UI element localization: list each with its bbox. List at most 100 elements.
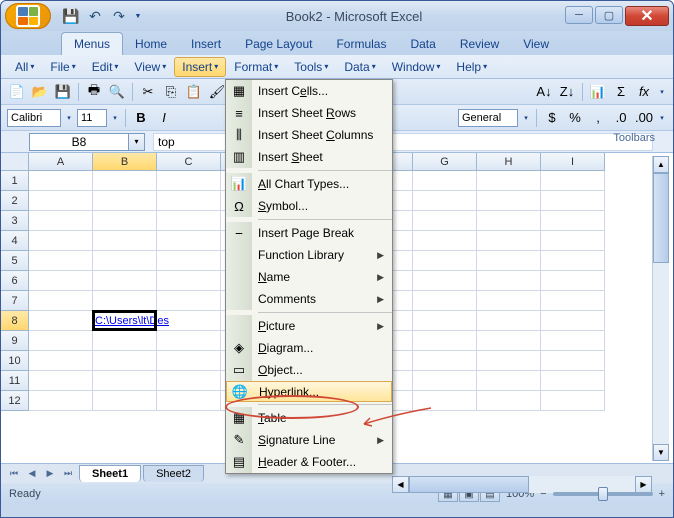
menu-insert-rows[interactable]: ≡Insert Sheet Rows bbox=[226, 102, 392, 124]
menu-chart-types[interactable]: 📊All Chart Types... bbox=[226, 173, 392, 195]
vertical-scrollbar[interactable]: ▲ ▼ bbox=[652, 156, 669, 461]
bold-icon[interactable]: B bbox=[131, 108, 151, 128]
print-icon[interactable]: 🖶 bbox=[84, 82, 104, 102]
row-header[interactable]: 9 bbox=[1, 331, 29, 351]
autosum-icon[interactable]: Σ bbox=[611, 82, 631, 102]
sheet-next-icon[interactable]: ▶ bbox=[41, 466, 59, 482]
tab-data[interactable]: Data bbox=[398, 33, 447, 55]
scroll-up-icon[interactable]: ▲ bbox=[653, 156, 669, 173]
col-header[interactable]: B bbox=[93, 153, 157, 171]
tab-view[interactable]: View bbox=[511, 33, 561, 55]
menu-signature-line[interactable]: ✎Signature Line▶ bbox=[226, 429, 392, 451]
minimize-button[interactable]: ─ bbox=[565, 6, 593, 24]
row-header[interactable]: 6 bbox=[1, 271, 29, 291]
menu-all[interactable]: All▾ bbox=[7, 57, 42, 77]
menu-file[interactable]: File▾ bbox=[42, 57, 83, 77]
select-all-corner[interactable] bbox=[1, 153, 29, 171]
tab-insert[interactable]: Insert bbox=[179, 33, 233, 55]
menu-symbol[interactable]: ΩSymbol... bbox=[226, 195, 392, 217]
comma-icon[interactable]: , bbox=[588, 108, 608, 128]
font-name-box[interactable]: Calibri bbox=[7, 109, 61, 127]
sheet-tab-1[interactable]: Sheet1 bbox=[79, 465, 141, 482]
row-header[interactable]: 7 bbox=[1, 291, 29, 311]
menu-insert-cells[interactable]: ▦Insert Cells... bbox=[226, 80, 392, 102]
tab-page-layout[interactable]: Page Layout bbox=[233, 33, 324, 55]
tab-home[interactable]: Home bbox=[123, 33, 179, 55]
scroll-thumb[interactable] bbox=[653, 173, 669, 263]
undo-icon[interactable]: ↶ bbox=[85, 6, 105, 26]
menu-comments[interactable]: Comments▶ bbox=[226, 288, 392, 310]
menu-picture[interactable]: Picture▶ bbox=[226, 315, 392, 337]
close-button[interactable]: ✕ bbox=[626, 7, 668, 25]
row-header[interactable]: 3 bbox=[1, 211, 29, 231]
zoom-slider[interactable] bbox=[553, 492, 653, 496]
scroll-down-icon[interactable]: ▼ bbox=[653, 444, 669, 461]
scroll-thumb[interactable] bbox=[409, 476, 529, 493]
menu-data[interactable]: Data▾ bbox=[336, 57, 383, 77]
menu-view[interactable]: View▾ bbox=[126, 57, 174, 77]
sheet-tab-2[interactable]: Sheet2 bbox=[143, 465, 204, 482]
row-header[interactable]: 8 bbox=[1, 311, 29, 331]
scroll-right-icon[interactable]: ▶ bbox=[635, 476, 652, 493]
number-format-box[interactable]: General bbox=[458, 109, 518, 127]
row-header[interactable]: 11 bbox=[1, 371, 29, 391]
qat-customize-icon[interactable]: ▼ bbox=[133, 6, 143, 26]
menu-tools[interactable]: Tools▾ bbox=[286, 57, 336, 77]
menu-name[interactable]: Name▶ bbox=[226, 266, 392, 288]
menu-hyperlink[interactable]: 🌐Hyperlink... bbox=[226, 381, 392, 402]
col-header[interactable]: I bbox=[541, 153, 605, 171]
row-header[interactable]: 1 bbox=[1, 171, 29, 191]
sheet-first-icon[interactable]: ⏮ bbox=[5, 466, 23, 482]
chart-icon[interactable]: 📊 bbox=[588, 82, 608, 102]
tab-menus[interactable]: Menus bbox=[61, 32, 123, 55]
percent-icon[interactable]: % bbox=[565, 108, 585, 128]
sort-asc-icon[interactable]: A↓ bbox=[534, 82, 554, 102]
menu-function-library[interactable]: Function Library▶ bbox=[226, 244, 392, 266]
sort-desc-icon[interactable]: Z↓ bbox=[557, 82, 577, 102]
horizontal-scrollbar[interactable]: ◀ ▶ bbox=[392, 476, 652, 493]
menu-insert-columns[interactable]: ⫼Insert Sheet Columns bbox=[226, 124, 392, 146]
col-header[interactable]: H bbox=[477, 153, 541, 171]
copy-icon[interactable]: ⎘ bbox=[161, 82, 181, 102]
menu-edit[interactable]: Edit▾ bbox=[84, 57, 127, 77]
col-header[interactable]: A bbox=[29, 153, 93, 171]
menu-insert-sheet[interactable]: ▥Insert Sheet bbox=[226, 146, 392, 168]
save-icon[interactable]: 💾 bbox=[53, 82, 73, 102]
menu-diagram[interactable]: ◈Diagram... bbox=[226, 337, 392, 359]
function-icon[interactable]: fx bbox=[634, 82, 654, 102]
scroll-left-icon[interactable]: ◀ bbox=[392, 476, 409, 493]
col-header[interactable]: C bbox=[157, 153, 221, 171]
tab-formulas[interactable]: Formulas bbox=[324, 33, 398, 55]
sheet-prev-icon[interactable]: ◀ bbox=[23, 466, 41, 482]
redo-icon[interactable]: ↷ bbox=[109, 6, 129, 26]
row-header[interactable]: 4 bbox=[1, 231, 29, 251]
menu-header-footer[interactable]: ▤Header & Footer... bbox=[226, 451, 392, 473]
tab-review[interactable]: Review bbox=[448, 33, 511, 55]
name-box[interactable]: B8 bbox=[29, 133, 129, 151]
format-painter-icon[interactable]: 🖌 bbox=[207, 82, 227, 102]
currency-icon[interactable]: $ bbox=[542, 108, 562, 128]
maximize-button[interactable]: ▢ bbox=[595, 6, 623, 24]
menu-window[interactable]: Window▾ bbox=[384, 57, 449, 77]
menu-table[interactable]: ▦Table bbox=[226, 407, 392, 429]
office-button[interactable] bbox=[5, 3, 51, 29]
open-icon[interactable]: 📂 bbox=[30, 82, 50, 102]
cell-B8[interactable]: C:\Users\lt\Des bbox=[93, 311, 157, 331]
row-header[interactable]: 2 bbox=[1, 191, 29, 211]
col-header[interactable]: G bbox=[413, 153, 477, 171]
row-header[interactable]: 12 bbox=[1, 391, 29, 411]
menu-format[interactable]: Format▾ bbox=[226, 57, 286, 77]
increase-decimal-icon[interactable]: .0 bbox=[611, 108, 631, 128]
name-box-dropdown[interactable]: ▾ bbox=[129, 133, 145, 151]
decrease-decimal-icon[interactable]: .00 bbox=[634, 108, 654, 128]
font-size-box[interactable]: 11 bbox=[77, 109, 107, 127]
menu-object[interactable]: ▭Object... bbox=[226, 359, 392, 381]
cut-icon[interactable]: ✂ bbox=[138, 82, 158, 102]
new-icon[interactable]: 📄 bbox=[7, 82, 27, 102]
menu-help[interactable]: Help▾ bbox=[448, 57, 495, 77]
menu-page-break[interactable]: ⎯Insert Page Break bbox=[226, 222, 392, 244]
save-icon[interactable]: 💾 bbox=[61, 6, 81, 26]
row-header[interactable]: 5 bbox=[1, 251, 29, 271]
italic-icon[interactable]: I bbox=[154, 108, 174, 128]
sheet-last-icon[interactable]: ⏭ bbox=[59, 466, 77, 482]
